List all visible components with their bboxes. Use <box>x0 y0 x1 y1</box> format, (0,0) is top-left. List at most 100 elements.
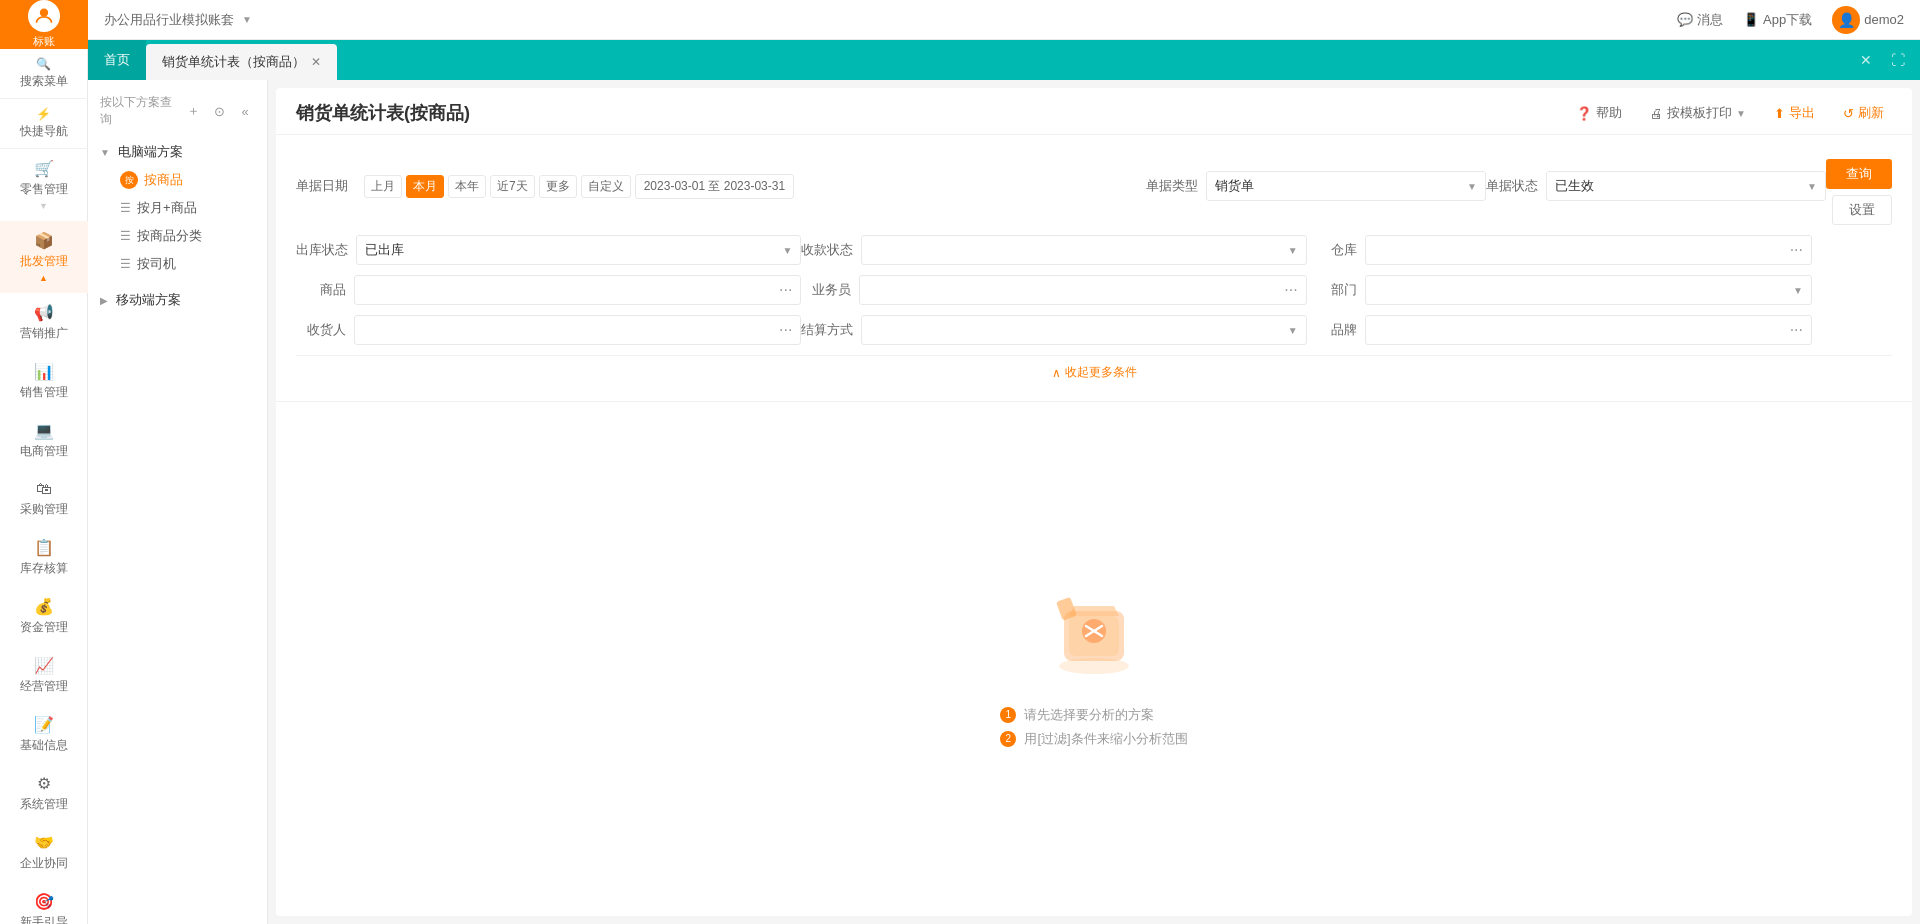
tree-child-byproduct-label: 按商品 <box>144 171 183 189</box>
sidebar-item-wholesale[interactable]: 📦 批发管理 ▲ <box>0 221 88 293</box>
print-icon: 🖨 <box>1650 106 1663 121</box>
date-control: 上月 本月 本年 近7天 更多 自定义 2023-03-01 至 2023-03… <box>356 170 1146 203</box>
tab-maximize-btn[interactable]: ⛶ <box>1884 46 1912 74</box>
date-quick-btns: 上月 本月 本年 近7天 更多 自定义 <box>364 175 631 198</box>
date-btn-custom[interactable]: 自定义 <box>581 175 631 198</box>
collapse-panel-btn[interactable]: « <box>235 101 255 121</box>
finance-icon: 💰 <box>34 597 54 616</box>
tab-home[interactable]: 首页 <box>88 40 146 80</box>
sidebar-item-retail[interactable]: 🛒 零售管理 ▼ <box>0 149 88 221</box>
product-control[interactable]: ··· <box>354 275 801 305</box>
message-btn[interactable]: 💬 消息 <box>1677 11 1723 29</box>
page-title: 销货单统计表(按商品) <box>296 101 470 125</box>
sidebar-item-marketing[interactable]: 📢 营销推广 <box>0 293 88 352</box>
sidebar-quicknav-label: 快捷导航 <box>20 123 68 140</box>
date-btn-7days[interactable]: 近7天 <box>490 175 535 198</box>
help-btn[interactable]: ❓ 帮助 <box>1568 100 1630 126</box>
top-header: 办公用品行业模拟账套 ▼ 💬 消息 📱 App下载 👤 demo2 <box>88 0 1920 40</box>
collapse-filter-btn[interactable]: ∧ 收起更多条件 <box>296 355 1892 389</box>
filter-row-1: 单据日期 上月 本月 本年 近7天 更多 自定义 2023- <box>296 147 1892 225</box>
collapse-up-icon: ∧ <box>1052 366 1061 380</box>
purchase-icon: 🛍 <box>36 480 52 498</box>
tree-parent-desktop[interactable]: ▼ 电脑端方案 <box>88 138 267 166</box>
empty-state: 1 请先选择要分析的方案 2 用[过滤]条件来缩小分析范围 <box>276 402 1912 916</box>
department-control[interactable]: ▼ <box>1365 275 1812 305</box>
edit-scheme-btn[interactable]: ⊙ <box>209 101 229 121</box>
left-panel-icons: ＋ ⊙ « <box>183 101 255 121</box>
sidebar-item-basicinfo[interactable]: 📝 基础信息 <box>0 705 88 764</box>
refresh-label: 刷新 <box>1858 104 1884 122</box>
settle-control[interactable]: ▼ <box>861 315 1306 345</box>
sidebar-item-quicknav[interactable]: ⚡ 快捷导航 <box>0 99 88 149</box>
inventory-icon: 📋 <box>34 538 54 557</box>
tree-mobile: ▶ 移动端方案 <box>88 282 267 318</box>
warehouse-control[interactable]: ··· <box>1365 235 1812 265</box>
doctype-label: 单据类型 <box>1146 177 1198 195</box>
docstatus-control[interactable]: 已生效 ▼ <box>1546 171 1826 201</box>
collectstatus-label: 收款状态 <box>801 241 853 259</box>
settings-button[interactable]: 设置 <box>1832 195 1892 225</box>
wholesale-arrow-icon: ▲ <box>39 273 48 283</box>
add-scheme-btn[interactable]: ＋ <box>183 101 203 121</box>
product-more-icon[interactable]: ··· <box>779 281 792 299</box>
tree-child-bydriver[interactable]: ☰ 按司机 <box>88 250 267 278</box>
date-btn-thismonth[interactable]: 本月 <box>406 175 444 198</box>
sidebar-item-purchase[interactable]: 🛍 采购管理 <box>0 470 88 528</box>
query-button[interactable]: 查询 <box>1826 159 1892 189</box>
filter-settle: 结算方式 ▼ <box>801 315 1306 345</box>
salesman-more-icon[interactable]: ··· <box>1284 281 1297 299</box>
guide-icon: 🎯 <box>34 892 54 911</box>
tab-minimize-btn[interactable]: ✕ <box>1852 46 1880 74</box>
docstatus-arrow-icon: ▼ <box>1807 181 1817 192</box>
tree-child-byproduct[interactable]: 按 按商品 <box>88 166 267 194</box>
brand-more-icon[interactable]: ··· <box>1790 321 1803 339</box>
collectstatus-control[interactable]: ▼ <box>861 235 1306 265</box>
template-print-btn[interactable]: 🖨 按模板打印 ▼ <box>1642 100 1754 126</box>
app-download-icon: 📱 <box>1743 12 1759 27</box>
sidebar-item-ecommerce[interactable]: 💻 电商管理 <box>0 411 88 470</box>
date-btn-lastmonth[interactable]: 上月 <box>364 175 402 198</box>
app-logo[interactable]: 标账 <box>0 0 88 49</box>
sidebar-marketing-label: 营销推广 <box>20 325 68 342</box>
tab-statistics[interactable]: 销货单统计表（按商品） ✕ <box>146 44 337 80</box>
tree-parent-mobile[interactable]: ▶ 移动端方案 <box>88 286 267 314</box>
export-icon: ⬆ <box>1774 106 1785 121</box>
user-menu[interactable]: 👤 demo2 <box>1832 6 1904 34</box>
sidebar-item-inventory[interactable]: 📋 库存核算 <box>0 528 88 587</box>
doctype-arrow-icon: ▼ <box>1467 181 1477 192</box>
bycategory-icon: ☰ <box>120 229 131 243</box>
date-range-display[interactable]: 2023-03-01 至 2023-03-31 <box>635 174 794 199</box>
tree-child-bymonth[interactable]: ☰ 按月+商品 <box>88 194 267 222</box>
date-btn-more[interactable]: 更多 <box>539 175 577 198</box>
refresh-btn[interactable]: ↺ 刷新 <box>1835 100 1892 126</box>
sidebar-item-guide[interactable]: 🎯 新手引导 <box>0 882 88 924</box>
receiver-control[interactable]: ··· <box>354 315 801 345</box>
brand-control[interactable]: ··· <box>1365 315 1812 345</box>
app-download-btn[interactable]: 📱 App下载 <box>1743 11 1812 29</box>
empty-tip-1: 1 请先选择要分析的方案 <box>1000 706 1187 724</box>
sidebar-item-system[interactable]: ⚙ 系统管理 <box>0 764 88 823</box>
receiver-more-icon[interactable]: ··· <box>779 321 792 339</box>
outstatus-control[interactable]: 已出库 ▼ <box>356 235 801 265</box>
date-btn-thisyear[interactable]: 本年 <box>448 175 486 198</box>
filter-department: 部门 ▼ <box>1307 275 1812 305</box>
sidebar-item-operations[interactable]: 📈 经营管理 <box>0 646 88 705</box>
sidebar-item-sales[interactable]: 📊 销售管理 <box>0 352 88 411</box>
home-tab-label: 首页 <box>104 51 130 69</box>
doctype-control[interactable]: 销货单 ▼ <box>1206 171 1486 201</box>
sidebar-item-collab[interactable]: 🤝 企业协同 <box>0 823 88 882</box>
tree-child-bycategory[interactable]: ☰ 按商品分类 <box>88 222 267 250</box>
sidebar-item-search[interactable]: 🔍 搜索菜单 <box>0 49 88 99</box>
filter-date: 单据日期 上月 本月 本年 近7天 更多 自定义 2023- <box>296 170 1146 203</box>
filter-area: 单据日期 上月 本月 本年 近7天 更多 自定义 2023- <box>276 135 1912 402</box>
help-label: 帮助 <box>1596 104 1622 122</box>
tree-parent-mobile-label: 移动端方案 <box>116 291 181 309</box>
tab-close-btn[interactable]: ✕ <box>311 55 321 69</box>
sidebar-item-finance[interactable]: 💰 资金管理 <box>0 587 88 646</box>
salesman-control[interactable]: ··· <box>859 275 1306 305</box>
svg-marker-7 <box>1069 606 1119 616</box>
export-btn[interactable]: ⬆ 导出 <box>1766 100 1823 126</box>
warehouse-more-icon[interactable]: ··· <box>1790 241 1803 259</box>
statistics-tab-label: 销货单统计表（按商品） <box>162 53 305 71</box>
collectstatus-arrow-icon: ▼ <box>1288 245 1298 256</box>
